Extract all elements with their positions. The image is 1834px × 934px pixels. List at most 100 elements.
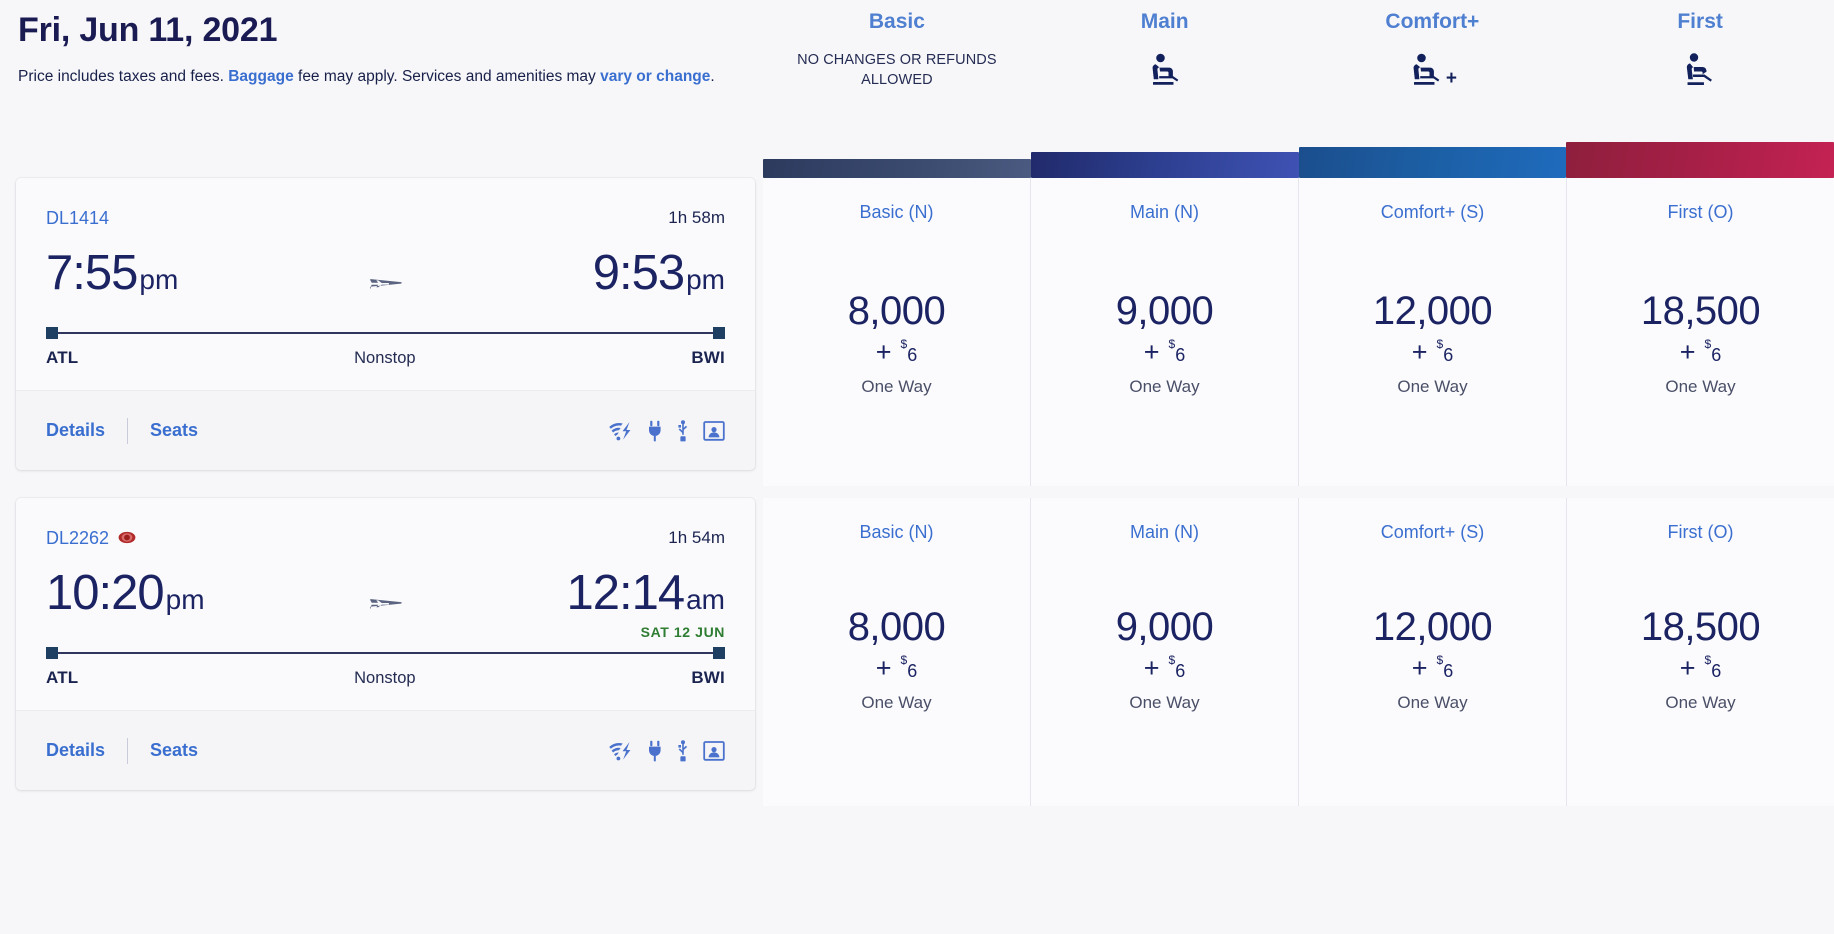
power-outlet-icon bbox=[647, 420, 663, 442]
fare-option-first[interactable]: First (O) 18,500 + $6 One Way bbox=[1567, 178, 1834, 486]
route-origin-dot bbox=[46, 327, 58, 339]
flight-card-dl1414: DL1414 1h 58m 7:55 pm 9:53 pm ATL Nonsto… bbox=[0, 178, 763, 486]
footer-links: Details Seats bbox=[46, 417, 220, 444]
arrival-time-value: 9:53 bbox=[592, 246, 685, 300]
fare-option-first-title: First (O) bbox=[1667, 522, 1734, 542]
fare-option-basic-miles: 8,000 bbox=[847, 289, 946, 333]
fare-option-basic-term: One Way bbox=[861, 377, 932, 396]
route-destination-dot bbox=[713, 327, 725, 339]
fare-header-basic: Basic NO CHANGES OR REFUNDS ALLOWED bbox=[763, 0, 1031, 178]
red-eye-icon bbox=[118, 528, 136, 549]
flight-times: 10:20 pm 12:14 am SAT 12 JUN bbox=[46, 564, 725, 640]
usb-port-icon bbox=[677, 419, 689, 442]
fare-header-comfort-plus-title: Comfort+ bbox=[1385, 10, 1480, 33]
cash-value: 6 bbox=[1443, 345, 1454, 365]
currency-symbol: $ bbox=[1436, 653, 1444, 667]
flight-results-page: Fri, Jun 11, 2021 Price includes taxes a… bbox=[0, 0, 1834, 934]
fare-option-basic-title: Basic (N) bbox=[859, 202, 934, 222]
fare-cash-amount: $6 bbox=[900, 653, 918, 681]
fare-header-comfort-plus-bar bbox=[1298, 147, 1567, 178]
fare-option-basic-extra: + $6 bbox=[763, 653, 1030, 683]
route-line bbox=[50, 332, 721, 334]
amenities-list bbox=[607, 739, 725, 762]
details-button[interactable]: Details bbox=[46, 740, 127, 761]
cash-value: 6 bbox=[1175, 661, 1186, 681]
fare-option-comfort-plus-title: Comfort+ (S) bbox=[1380, 522, 1485, 542]
stops-label: Nonstop bbox=[354, 668, 416, 687]
arrival-time-ampm: am bbox=[686, 584, 725, 615]
fare-option-basic-title: Basic (N) bbox=[859, 522, 934, 542]
fare-option-first-miles: 18,500 bbox=[1640, 289, 1761, 333]
stops-label: Nonstop bbox=[354, 348, 416, 367]
wifi-icon bbox=[607, 740, 633, 762]
fare-plus-sign: + bbox=[1143, 337, 1160, 367]
currency-symbol: $ bbox=[1704, 653, 1712, 667]
flight-number-label: DL1414 bbox=[46, 207, 110, 228]
origin-code: ATL bbox=[46, 348, 79, 367]
currency-symbol: $ bbox=[900, 337, 908, 351]
fare-header-main-title: Main bbox=[1140, 10, 1189, 33]
disclaimer-text-2: fee may apply. Services and amenities ma… bbox=[293, 68, 601, 85]
fare-option-first[interactable]: First (O) 18,500 + $6 One Way bbox=[1567, 498, 1834, 806]
fare-cash-amount: $6 bbox=[1704, 337, 1722, 365]
arrival-next-day: SAT 12 JUN bbox=[640, 624, 725, 640]
currency-symbol: $ bbox=[1168, 337, 1176, 351]
fare-cash-amount: $6 bbox=[1704, 653, 1722, 681]
currency-symbol: $ bbox=[900, 653, 908, 667]
wifi-icon bbox=[607, 420, 633, 442]
usb-port-icon bbox=[677, 739, 689, 762]
route-line bbox=[50, 652, 721, 654]
vary-or-change-link[interactable]: vary or change bbox=[600, 68, 710, 85]
cash-value: 6 bbox=[1175, 345, 1186, 365]
details-button[interactable]: Details bbox=[46, 420, 127, 441]
departure-time: 7:55 pm bbox=[46, 244, 178, 302]
fare-cells-row-2: Basic (N) 8,000 + $6 One Way Main (N) 9,… bbox=[763, 498, 1834, 806]
fare-plus-sign: + bbox=[875, 337, 892, 367]
fare-option-basic[interactable]: Basic (N) 8,000 + $6 One Way bbox=[763, 178, 1031, 486]
entertainment-screen-icon bbox=[703, 740, 725, 762]
route-labels: ATL Nonstop BWI bbox=[46, 348, 725, 368]
fare-cash-amount: $6 bbox=[1436, 337, 1454, 365]
fare-option-main-extra: + $6 bbox=[1031, 337, 1298, 367]
currency-symbol: $ bbox=[1436, 337, 1444, 351]
flight-results-list: DL1414 1h 58m 7:55 pm 9:53 pm ATL Nonsto… bbox=[0, 178, 1834, 818]
price-disclaimer: Price includes taxes and fees. Baggage f… bbox=[18, 64, 718, 89]
cash-value: 6 bbox=[1443, 661, 1454, 681]
fare-option-first-extra: + $6 bbox=[1567, 337, 1834, 366]
fare-plus-sign: + bbox=[875, 653, 892, 683]
currency-symbol: $ bbox=[1704, 337, 1712, 351]
fare-option-comfort-plus[interactable]: Comfort+ (S) 12,000 + $6 One Way bbox=[1299, 178, 1567, 486]
route-origin-dot bbox=[46, 647, 58, 659]
power-outlet-icon bbox=[647, 740, 663, 762]
fare-option-comfort-plus-miles: 12,000 bbox=[1372, 605, 1493, 649]
fare-cash-amount: $6 bbox=[900, 337, 918, 365]
fare-plus-sign: + bbox=[1411, 337, 1428, 367]
destination-code: BWI bbox=[691, 348, 725, 367]
fare-option-basic[interactable]: Basic (N) 8,000 + $6 One Way bbox=[763, 498, 1031, 806]
fare-header-main: Main bbox=[1030, 0, 1299, 178]
fare-option-main[interactable]: Main (N) 9,000 + $6 One Way bbox=[1031, 178, 1299, 486]
flight-number[interactable]: DL1414 bbox=[46, 208, 109, 229]
flight-row: DL2262 1h 54m 10:20 pm 12:14 am SAT 12 J… bbox=[0, 498, 1834, 806]
cash-value: 6 bbox=[907, 661, 918, 681]
fare-header-basic-title: Basic bbox=[868, 10, 925, 33]
baggage-link[interactable]: Baggage bbox=[228, 68, 293, 85]
flight-row: DL1414 1h 58m 7:55 pm 9:53 pm ATL Nonsto… bbox=[0, 178, 1834, 486]
route-bar bbox=[46, 326, 725, 340]
fare-option-main[interactable]: Main (N) 9,000 + $6 One Way bbox=[1031, 498, 1299, 806]
cash-value: 6 bbox=[1711, 661, 1722, 681]
fare-cash-amount: $6 bbox=[1169, 653, 1186, 681]
fare-column-headers: Basic NO CHANGES OR REFUNDS ALLOWED Main… bbox=[763, 0, 1834, 178]
fare-option-first-term: One Way bbox=[1665, 377, 1736, 396]
fare-option-main-title: Main (N) bbox=[1129, 202, 1199, 222]
fare-option-basic-extra: + $6 bbox=[763, 337, 1030, 367]
seats-button[interactable]: Seats bbox=[150, 740, 220, 761]
flight-number[interactable]: DL2262 bbox=[46, 528, 136, 549]
fare-option-comfort-plus-title: Comfort+ (S) bbox=[1380, 202, 1485, 222]
seats-button[interactable]: Seats bbox=[150, 420, 220, 441]
cash-value: 6 bbox=[1711, 345, 1722, 365]
fare-option-comfort-plus-term: One Way bbox=[1397, 693, 1468, 712]
fare-plus-sign: + bbox=[1411, 653, 1428, 683]
fare-option-comfort-plus[interactable]: Comfort+ (S) 12,000 + $6 One Way bbox=[1299, 498, 1567, 806]
departure-time-ampm: pm bbox=[165, 584, 205, 615]
